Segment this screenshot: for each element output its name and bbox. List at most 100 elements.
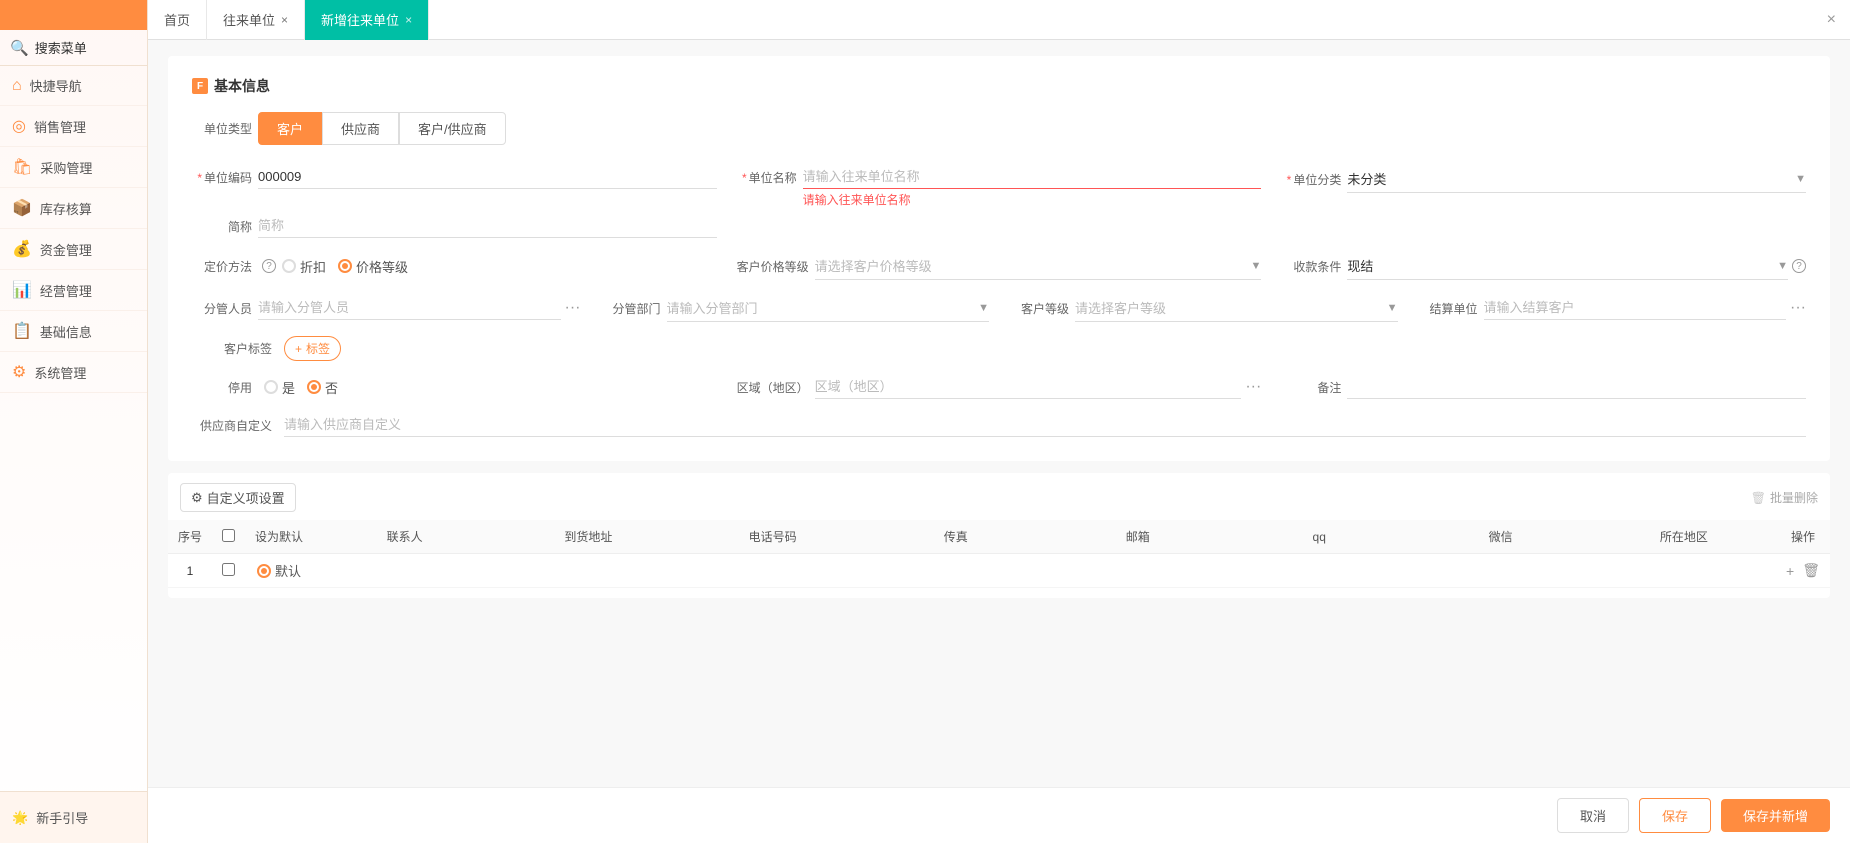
type-btn-both[interactable]: 客户/供应商: [399, 112, 506, 145]
add-tag-button[interactable]: + 标签: [284, 336, 341, 361]
input-wechat[interactable]: [1420, 563, 1582, 578]
sidebar-item-label: 经营管理: [40, 281, 92, 300]
col-email: 邮箱: [1047, 520, 1229, 554]
contact-table-section: ⚙ 自定义项设置 🗑 批量删除 序号 设为默认 联系人 到货地址 电话: [168, 473, 1830, 598]
input-phone[interactable]: [691, 563, 855, 578]
delete-row-button[interactable]: 🗑: [1802, 562, 1820, 579]
sidebar-item-system[interactable]: ⚙ 系统管理: [0, 352, 147, 393]
add-row-button[interactable]: +: [1786, 563, 1794, 579]
input-supplier-custom[interactable]: [284, 413, 1806, 437]
custom-settings-button[interactable]: ⚙ 自定义项设置: [180, 483, 296, 512]
select-customer-level[interactable]: 请选择客户等级 ▼: [1075, 294, 1398, 322]
table-row: 1 默认: [168, 554, 1830, 588]
select-unit-category[interactable]: 未分类 ▼: [1347, 165, 1806, 193]
input-short-name[interactable]: [258, 214, 717, 238]
sidebar-item-sales[interactable]: ◎ 销售管理: [0, 106, 147, 147]
section-title: F 基本信息: [192, 76, 1806, 96]
sidebar-item-quick-nav[interactable]: ⌂ 快捷导航: [0, 66, 147, 106]
chevron-down-icon5: ▼: [1387, 302, 1398, 314]
sidebar-item-label: 销售管理: [34, 117, 86, 136]
sidebar-top: [0, 0, 147, 30]
field-department: 分管部门 请输入分管部门 ▼: [601, 294, 990, 322]
label-customer-tag: 客户标签: [192, 340, 272, 357]
input-unit-code[interactable]: [258, 165, 717, 189]
col-check: [212, 520, 245, 554]
input-qq[interactable]: [1239, 563, 1400, 578]
sidebar-item-inventory[interactable]: 📦 库存核算: [0, 188, 147, 229]
col-default: 设为默认: [245, 520, 313, 554]
input-row-region[interactable]: [1602, 563, 1766, 578]
batch-delete-area: 🗑 批量删除: [1751, 489, 1818, 506]
radio-no[interactable]: 否: [307, 378, 338, 397]
radio-discount-label: 折扣: [300, 257, 326, 276]
custom-settings-label: 自定义项设置: [207, 488, 285, 507]
sidebar-item-newbie[interactable]: 🌟 新手引导: [0, 800, 147, 835]
radio-yes[interactable]: 是: [264, 378, 295, 397]
sidebar-search-label: 搜索菜单: [35, 38, 87, 57]
cell-phone: [681, 554, 865, 588]
input-settlement-unit[interactable]: [1484, 296, 1787, 320]
sidebar-item-basic[interactable]: 📋 基础信息: [0, 311, 147, 352]
radio-discount[interactable]: 折扣: [282, 257, 326, 276]
tab-partners-close[interactable]: ×: [281, 13, 288, 27]
row-checkbox[interactable]: [222, 563, 235, 576]
system-icon: ⚙: [12, 362, 26, 382]
label-short-name: 简称: [192, 218, 252, 235]
field-unit-code: 单位编码: [192, 165, 717, 208]
input-unit-name[interactable]: [803, 165, 1262, 189]
input-contact[interactable]: [323, 563, 486, 578]
input-fax[interactable]: [875, 563, 1037, 578]
cell-action: + 🗑: [1776, 554, 1830, 588]
label-settlement-unit: 结算单位: [1418, 300, 1478, 317]
sidebar-item-label: 采购管理: [40, 158, 92, 177]
cancel-button[interactable]: 取消: [1557, 798, 1629, 833]
select-payment-terms[interactable]: 现结 ▼: [1347, 252, 1788, 280]
manager-more-icon[interactable]: ···: [565, 299, 581, 317]
select-customer-price-level-value: 请选择客户价格等级: [815, 256, 1247, 275]
settlement-more-icon[interactable]: ···: [1790, 299, 1806, 317]
sidebar-item-purchase[interactable]: 🛍 采购管理: [0, 147, 147, 188]
region-more-icon[interactable]: ···: [1245, 378, 1261, 396]
tab-partners[interactable]: 往来单位 ×: [207, 0, 305, 40]
batch-delete-button[interactable]: 批量删除: [1770, 489, 1818, 506]
label-unit-code: 单位编码: [192, 169, 252, 186]
payment-help-icon[interactable]: ?: [1792, 259, 1806, 273]
radio-yes-label: 是: [282, 378, 295, 397]
type-btn-customer[interactable]: 客户: [258, 112, 322, 145]
sidebar-search-item[interactable]: 🔍 搜索菜单: [0, 30, 147, 66]
plus-icon: +: [295, 342, 302, 356]
cell-fax: [865, 554, 1047, 588]
tab-new-partner-close[interactable]: ×: [405, 13, 412, 27]
input-email[interactable]: [1057, 563, 1219, 578]
input-remark[interactable]: [1347, 375, 1806, 399]
gear-icon: ⚙: [191, 490, 203, 506]
field-short-name: 简称: [192, 214, 717, 238]
select-customer-price-level[interactable]: 请选择客户价格等级 ▼: [815, 252, 1262, 280]
sidebar-item-operations[interactable]: 📊 经营管理: [0, 270, 147, 311]
tab-home[interactable]: 首页: [148, 0, 207, 40]
pricing-help-icon[interactable]: ?: [262, 259, 276, 273]
select-department[interactable]: 请输入分管部门 ▼: [667, 294, 990, 322]
input-address[interactable]: [506, 563, 670, 578]
row-default-radio[interactable]: 默认: [255, 561, 303, 580]
save-button[interactable]: 保存: [1639, 798, 1711, 833]
tab-new-partner[interactable]: 新增往来单位 ×: [305, 0, 429, 40]
select-payment-terms-value: 现结: [1347, 256, 1773, 275]
add-tag-label: 标签: [306, 340, 330, 357]
save-and-new-button[interactable]: 保存并新增: [1721, 799, 1830, 832]
tab-bar-close-button[interactable]: ×: [1813, 11, 1850, 29]
label-manager: 分管人员: [192, 300, 252, 317]
cell-wechat: [1410, 554, 1592, 588]
field-payment-terms: 收款条件 现结 ▼ ?: [1281, 252, 1806, 280]
basic-icon: 📋: [12, 321, 32, 341]
sidebar-item-finance[interactable]: 💰 资金管理: [0, 229, 147, 270]
input-manager[interactable]: [258, 296, 561, 320]
select-all-checkbox[interactable]: [222, 529, 235, 542]
field-disabled: 停用 是 否: [192, 378, 717, 397]
type-btn-supplier[interactable]: 供应商: [322, 112, 399, 145]
label-customer-price-level: 客户价格等级: [737, 258, 809, 275]
form-footer: 取消 保存 保存并新增: [148, 787, 1850, 843]
cell-region: [1592, 554, 1776, 588]
radio-price-level[interactable]: 价格等级: [338, 257, 408, 276]
input-region[interactable]: [815, 375, 1242, 399]
